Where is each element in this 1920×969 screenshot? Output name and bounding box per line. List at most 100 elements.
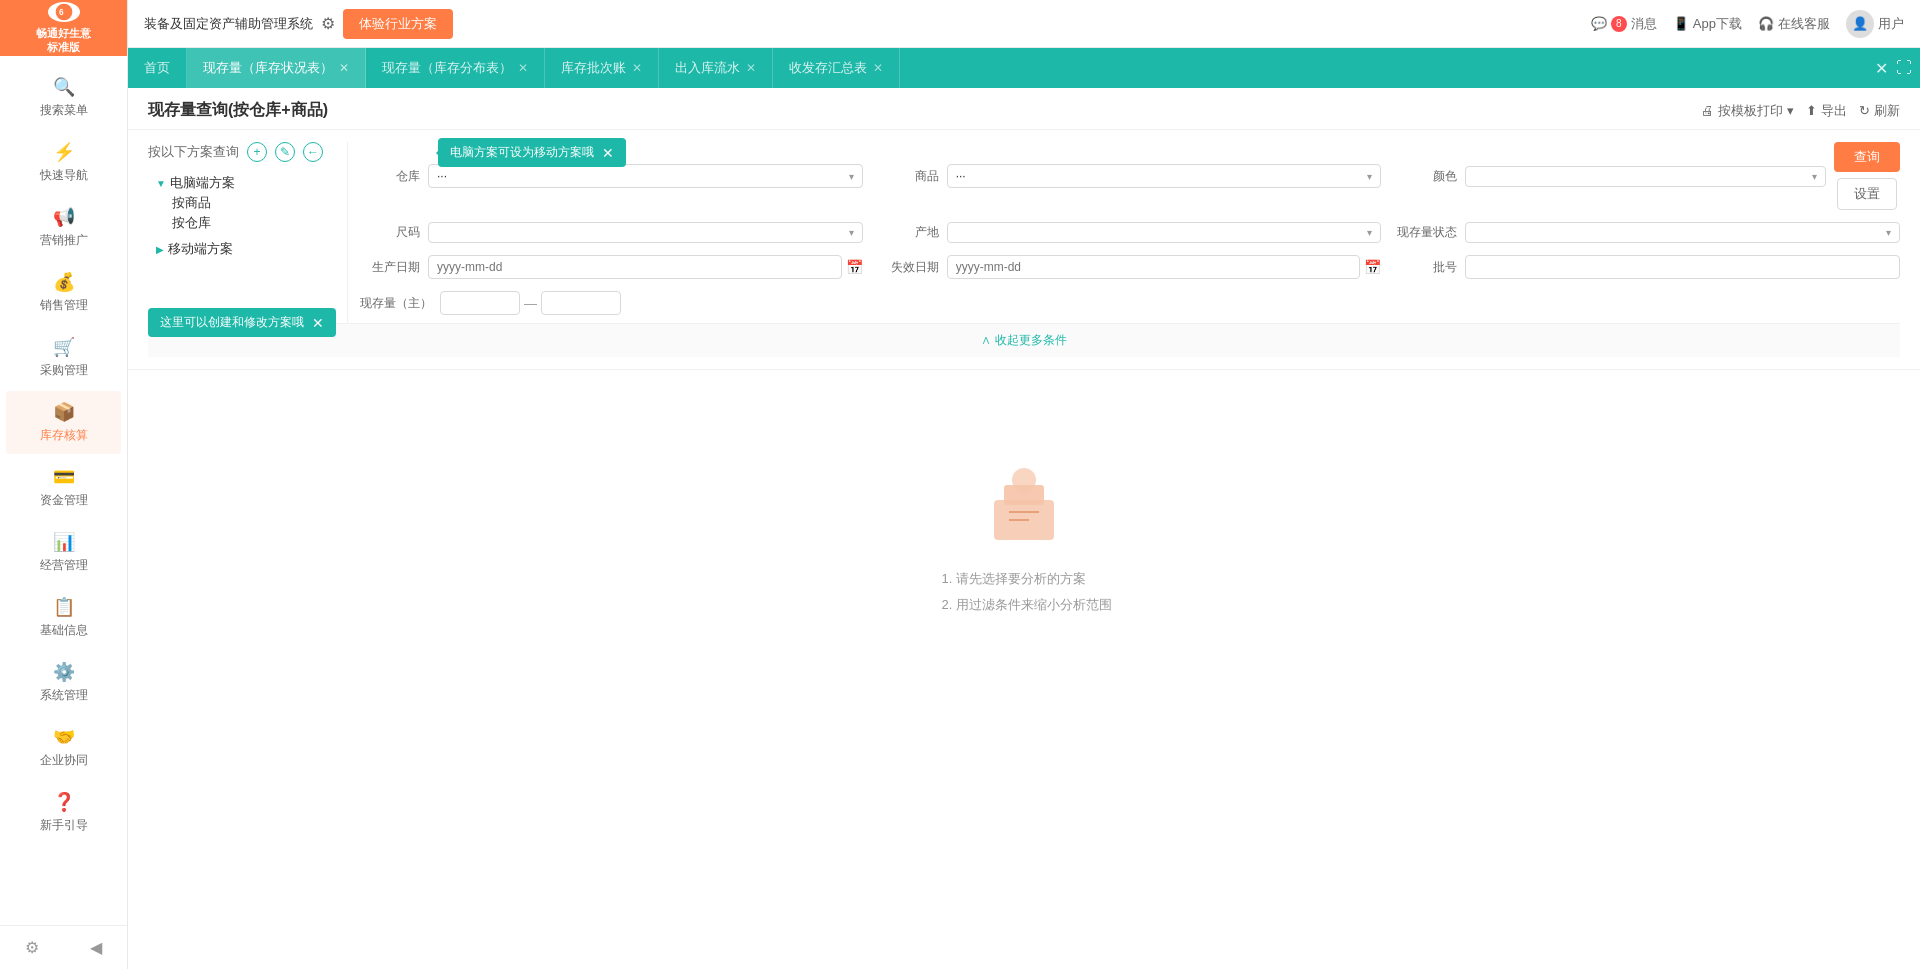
sidebar-item-system[interactable]: ⚙️ 系统管理 xyxy=(6,651,121,714)
sidebar-item-operations[interactable]: 📊 经营管理 xyxy=(6,521,121,584)
print-button[interactable]: 🖨 按模板打印 ▾ xyxy=(1701,102,1794,120)
empty-hints: 请先选择要分析的方案 用过滤条件来缩小分析范围 xyxy=(936,566,1112,618)
tab-home-label: 首页 xyxy=(144,59,170,77)
tab-collect-summary[interactable]: 收发存汇总表 ✕ xyxy=(773,48,900,88)
stock-qty-max-input[interactable] xyxy=(541,291,621,315)
sidebar-item-label: 经营管理 xyxy=(40,557,88,574)
notification-label: 消息 xyxy=(1631,15,1657,33)
export-button[interactable]: ⬆ 导出 xyxy=(1806,102,1847,120)
origin-select[interactable]: ▾ xyxy=(947,222,1382,243)
tab-inout-flow[interactable]: 出入库流水 ✕ xyxy=(659,48,773,88)
filter-row-size: 尺码 ▾ xyxy=(360,222,863,243)
filter-label: 按以下方案查询 xyxy=(148,143,239,161)
stock-qty-min-input[interactable] xyxy=(440,291,520,315)
sidebar-item-sales[interactable]: 💰 销售管理 xyxy=(6,261,121,324)
sidebar-item-purchase[interactable]: 🛒 采购管理 xyxy=(6,326,121,389)
calendar-icon[interactable]: 📅 xyxy=(846,259,863,275)
exp-date-input[interactable] xyxy=(947,255,1361,279)
tab-inventory-status[interactable]: 现存量（库存状况表） ✕ xyxy=(187,48,366,88)
tree-item-by-warehouse[interactable]: 按仓库 xyxy=(172,214,335,232)
tab-batch-account[interactable]: 库存批次账 ✕ xyxy=(545,48,659,88)
sidebar-item-label: 新手引导 xyxy=(40,817,88,834)
range-separator: — xyxy=(524,296,537,311)
tab-close-icon[interactable]: ✕ xyxy=(873,61,883,75)
app-name: 畅通好生意 标准版 xyxy=(36,26,91,55)
sidebar-nav: 🔍 搜索菜单 ⚡ 快速导航 📢 营销推广 💰 销售管理 🛒 采购管理 📦 库存核… xyxy=(0,56,127,925)
query-button[interactable]: 查询 xyxy=(1834,142,1900,172)
tree-item-by-goods[interactable]: 按商品 xyxy=(172,194,335,212)
scheme-tooltip-text: 电脑方案可设为移动方案哦 xyxy=(450,144,594,161)
search-icon: 🔍 xyxy=(53,76,75,98)
filter-row-stock-status: 现存量状态 ▾ xyxy=(1397,222,1900,243)
tab-close-icon[interactable]: ✕ xyxy=(632,61,642,75)
tab-inventory-dist-label: 现存量（库存分布表） xyxy=(382,59,512,77)
print-label: 按模板打印 xyxy=(1718,102,1783,120)
chevron-down-icon: ▾ xyxy=(849,227,854,238)
size-select[interactable]: ▾ xyxy=(428,222,863,243)
sidebar-item-basic[interactable]: 📋 基础信息 xyxy=(6,586,121,649)
mfg-date-label: 生产日期 xyxy=(360,259,420,276)
filter-row-batch: 批号 xyxy=(1397,255,1900,279)
refresh-icon: ↻ xyxy=(1859,103,1870,118)
user-avatar-area[interactable]: 👤 用户 xyxy=(1846,10,1904,38)
svg-point-4 xyxy=(1012,468,1036,492)
reset-button[interactable]: 设置 xyxy=(1837,178,1897,210)
sidebar-item-search[interactable]: 🔍 搜索菜单 xyxy=(6,66,121,129)
headset-icon: 🎧 xyxy=(1758,16,1774,31)
scheme-tooltip-close[interactable]: ✕ xyxy=(602,145,614,161)
batch-input[interactable] xyxy=(1465,255,1900,279)
sidebar-item-marketing[interactable]: 📢 营销推广 xyxy=(6,196,121,259)
content-area: 现存量查询(按仓库+商品) 🖨 按模板打印 ▾ ⬆ 导出 ↻ 刷新 xyxy=(128,88,1920,969)
tab-close-icon[interactable]: ✕ xyxy=(339,61,349,75)
tab-close-icon[interactable]: ✕ xyxy=(518,61,528,75)
warehouse-select[interactable]: ··· ▾ xyxy=(428,164,863,188)
notification-bell[interactable]: 💬 8 消息 xyxy=(1591,15,1657,33)
tree-mobile-group[interactable]: ▶ 移动端方案 xyxy=(156,240,335,258)
calendar-icon[interactable]: 📅 xyxy=(1364,259,1381,275)
mfg-date-input[interactable] xyxy=(428,255,842,279)
tab-home[interactable]: 首页 xyxy=(128,48,187,88)
box-icon: 📦 xyxy=(53,401,75,423)
add-scheme-button[interactable]: + xyxy=(247,142,267,162)
stock-status-select[interactable]: ▾ xyxy=(1465,222,1900,243)
collapse-sidebar-icon[interactable]: ◀ xyxy=(90,938,102,957)
arrow-left-button[interactable]: ← xyxy=(303,142,323,162)
sidebar-item-guide[interactable]: ❓ 新手引导 xyxy=(6,781,121,844)
edit-scheme-button[interactable]: ✎ xyxy=(275,142,295,162)
chevron-down-icon: ▾ xyxy=(1367,227,1372,238)
tab-collect-summary-label: 收发存汇总表 xyxy=(789,59,867,77)
color-select[interactable]: ▾ xyxy=(1465,166,1826,187)
export-icon: ⬆ xyxy=(1806,103,1817,118)
refresh-button[interactable]: ↻ 刷新 xyxy=(1859,102,1900,120)
batch-label: 批号 xyxy=(1397,259,1457,276)
avatar-icon: 👤 xyxy=(1852,16,1868,31)
sidebar-item-finance[interactable]: 💳 资金管理 xyxy=(6,456,121,519)
app-download-btn[interactable]: 📱 App下载 xyxy=(1673,15,1742,33)
tree-desktop-group[interactable]: ▼ 电脑端方案 xyxy=(156,174,335,192)
sidebar-item-quick-nav[interactable]: ⚡ 快速导航 xyxy=(6,131,121,194)
tab-fullscreen-icon[interactable]: ⛶ xyxy=(1896,59,1912,77)
sidebar-item-inventory[interactable]: 📦 库存核算 xyxy=(6,391,121,454)
stock-status-label: 现存量状态 xyxy=(1397,224,1457,241)
edit-tooltip-close[interactable]: ✕ xyxy=(312,315,324,331)
topbar-settings-icon[interactable]: ⚙ xyxy=(321,14,335,33)
settings-icon[interactable]: ⚙ xyxy=(25,938,39,957)
industry-solution-button[interactable]: 体验行业方案 xyxy=(343,9,453,39)
online-support-btn[interactable]: 🎧 在线客服 xyxy=(1758,15,1830,33)
collapse-arrow-icon: ∧ xyxy=(981,333,991,347)
filter-row-color: 颜色 ▾ 查询 设置 xyxy=(1397,142,1900,210)
tab-close-all-icon[interactable]: ✕ xyxy=(1875,59,1888,78)
tab-close-icon[interactable]: ✕ xyxy=(746,61,756,75)
filter-row-goods: 商品 ··· ▾ xyxy=(879,142,1382,210)
sidebar-item-enterprise[interactable]: 🤝 企业协同 xyxy=(6,716,121,779)
query-btn-area: 查询 设置 xyxy=(1834,142,1900,210)
filter-layout: 按以下方案查询 + ✎ ← ▼ 电脑端方案 按商品 xyxy=(148,142,1900,323)
goods-select[interactable]: ··· ▾ xyxy=(947,164,1382,188)
tabbar: 首页 现存量（库存状况表） ✕ 现存量（库存分布表） ✕ 库存批次账 ✕ 出入库… xyxy=(128,48,1920,88)
goods-dots: ··· xyxy=(956,169,966,183)
collapse-bar[interactable]: ∧ 收起更多条件 xyxy=(148,323,1900,357)
page-actions: 🖨 按模板打印 ▾ ⬆ 导出 ↻ 刷新 xyxy=(1701,102,1900,120)
filter-row-exp-date: 失效日期 📅 xyxy=(879,255,1382,279)
tab-inventory-dist[interactable]: 现存量（库存分布表） ✕ xyxy=(366,48,545,88)
stock-qty-label: 现存量（主） xyxy=(360,295,432,312)
